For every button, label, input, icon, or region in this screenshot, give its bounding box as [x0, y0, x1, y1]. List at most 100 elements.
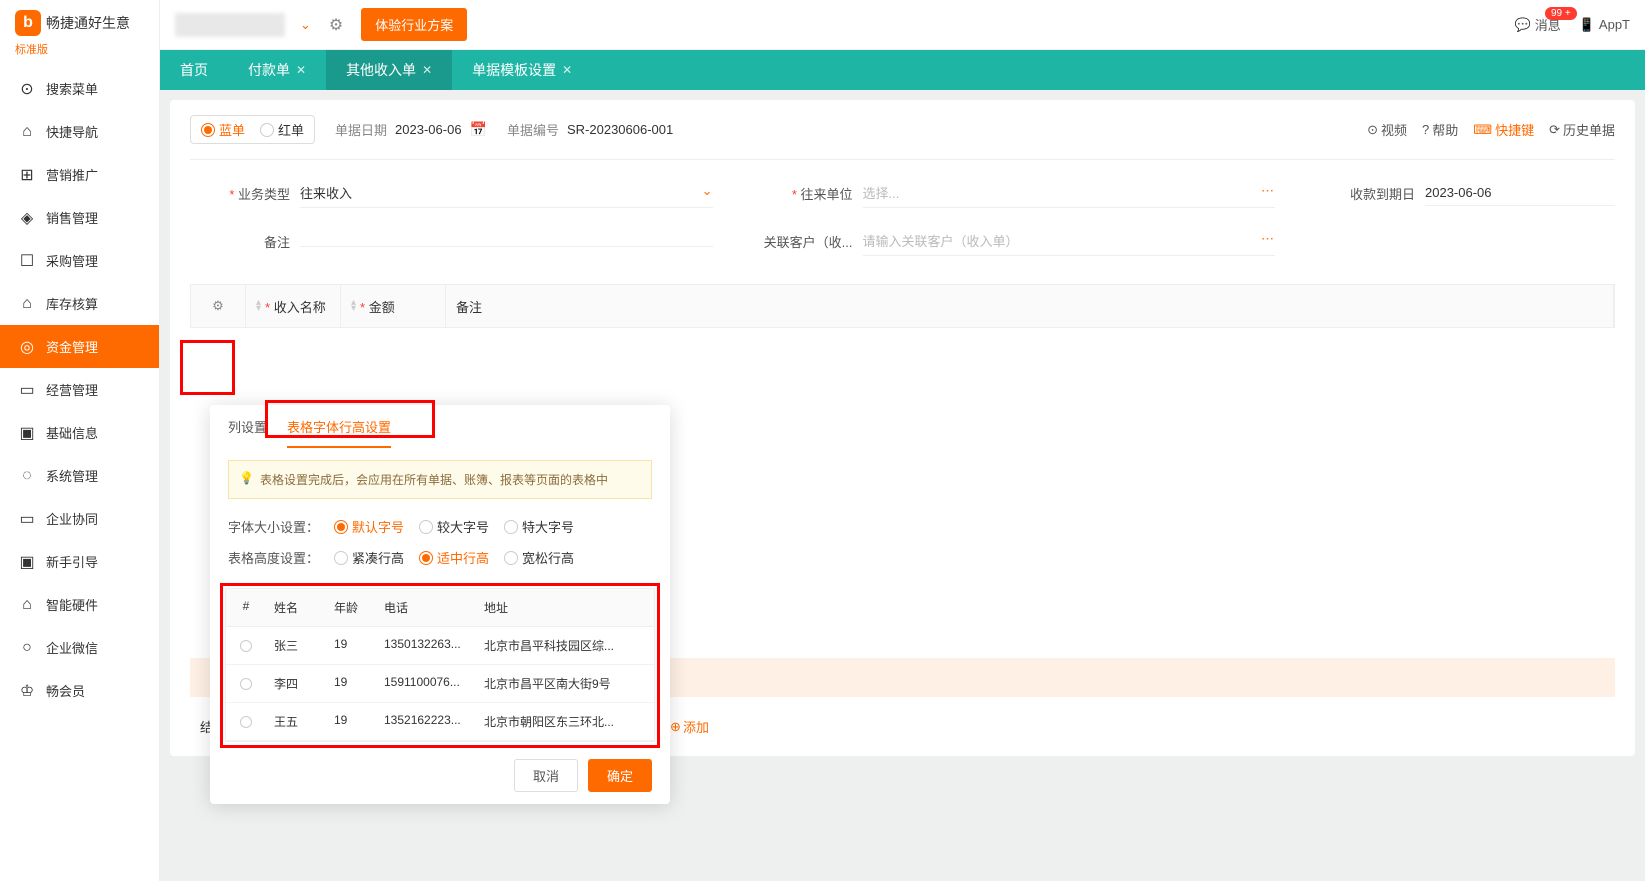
menu-icon: ♔ — [18, 682, 36, 700]
font-size-setting: 字体大小设置： 默认字号 较大字号 特大字号 — [228, 511, 652, 542]
radio-icon[interactable] — [240, 716, 252, 728]
font-xlarge[interactable]: 特大字号 — [504, 517, 574, 536]
sidebar-item-12[interactable]: ⌂智能硬件 — [0, 583, 159, 626]
sidebar-item-2[interactable]: ⊞营销推广 — [0, 153, 159, 196]
bulb-icon: 💡 — [239, 471, 254, 488]
video-link[interactable]: ⊙视频 — [1367, 120, 1407, 139]
menu-icon: ◈ — [18, 209, 36, 227]
popup-tab-font-row[interactable]: 表格字体行高设置 — [287, 417, 391, 448]
tab-1[interactable]: 付款单✕ — [228, 50, 326, 90]
doc-type-radio[interactable]: 蓝单 红单 — [190, 115, 315, 144]
close-icon[interactable]: ✕ — [562, 63, 572, 77]
sidebar-item-6[interactable]: ◎资金管理 — [0, 325, 159, 368]
close-icon[interactable]: ✕ — [296, 63, 306, 77]
doc-date-field[interactable]: 单据日期 2023-06-06 📅 — [335, 120, 487, 139]
sidebar-item-9[interactable]: ◌系统管理 — [0, 454, 159, 497]
col-income-name[interactable]: ▴▾收入名称 — [246, 285, 341, 327]
sidebar-item-13[interactable]: ○企业微信 — [0, 626, 159, 669]
close-icon[interactable]: ✕ — [422, 63, 432, 77]
sidebar: b 畅捷通好生意 标准版 ⊙搜索菜单⌂快捷导航⊞营销推广◈销售管理☐采购管理⌂库… — [0, 0, 160, 881]
sidebar-item-3[interactable]: ◈销售管理 — [0, 196, 159, 239]
org-name-blurred — [175, 13, 285, 37]
side-menu: ⊙搜索菜单⌂快捷导航⊞营销推广◈销售管理☐采购管理⌂库存核算◎资金管理▭经营管理… — [0, 67, 159, 712]
tab-0[interactable]: 首页 — [160, 50, 228, 90]
duedate-input[interactable]: 2023-06-06 — [1425, 180, 1615, 206]
partner-input[interactable]: 选择...⋯ — [863, 178, 1276, 208]
sidebar-item-0[interactable]: ⊙搜索菜单 — [0, 67, 159, 110]
calendar-icon[interactable]: 📅 — [470, 121, 487, 138]
popup-info: 💡表格设置完成后，会应用在所有单据、账簿、报表等页面的表格中 — [228, 460, 652, 499]
chevron-down-icon[interactable]: ⌄ — [300, 17, 311, 33]
sidebar-item-7[interactable]: ▭经营管理 — [0, 368, 159, 411]
gear-icon[interactable]: ⚙ — [321, 15, 351, 35]
play-icon: ⊙ — [1367, 122, 1378, 138]
popup-tab-columns[interactable]: 列设置 — [228, 417, 267, 448]
menu-icon: ▣ — [18, 424, 36, 442]
table-header: ⚙ ▴▾收入名称 ▴▾金额 备注 — [190, 284, 1615, 328]
radio-red[interactable]: 红单 — [260, 120, 304, 139]
col-amount[interactable]: ▴▾金额 — [341, 285, 446, 327]
history-link[interactable]: ⟳历史单据 — [1549, 120, 1615, 139]
row-medium[interactable]: 适中行高 — [419, 548, 489, 567]
font-default[interactable]: 默认字号 — [334, 517, 404, 536]
preview-col-name: 姓名 — [266, 589, 326, 626]
relcust-input[interactable]: 请输入关联客户（收入单）⋯ — [863, 226, 1276, 256]
more-icon[interactable]: ⋯ — [1261, 231, 1275, 247]
menu-icon: ☐ — [18, 252, 36, 270]
preview-col-age: 年龄 — [326, 589, 376, 626]
sidebar-item-14[interactable]: ♔畅会员 — [0, 669, 159, 712]
menu-icon: ⌂ — [18, 295, 36, 313]
tab-2[interactable]: 其他收入单✕ — [326, 50, 452, 90]
radio-icon[interactable] — [240, 678, 252, 690]
sidebar-item-1[interactable]: ⌂快捷导航 — [0, 110, 159, 153]
sidebar-item-5[interactable]: ⌂库存核算 — [0, 282, 159, 325]
sidebar-item-4[interactable]: ☐采购管理 — [0, 239, 159, 282]
menu-icon: ▭ — [18, 510, 36, 528]
add-settlement-button[interactable]: ⊕ 添加 — [670, 717, 709, 736]
preview-table: # 姓名 年龄 电话 地址 张三 19 1350132263... 北京市昌平科… — [225, 588, 655, 742]
logo-icon: b — [15, 10, 41, 36]
logo-text: 畅捷通好生意 — [46, 13, 130, 33]
sidebar-item-8[interactable]: ▣基础信息 — [0, 411, 159, 454]
row-compact[interactable]: 紧凑行高 — [334, 548, 404, 567]
preview-row: 李四 19 1591100076... 北京市昌平区南大街9号 — [226, 665, 654, 703]
biztype-input[interactable]: 往来收入⌄ — [300, 178, 713, 208]
ok-button[interactable]: 确定 — [588, 759, 652, 792]
more-icon[interactable]: ⋯ — [1261, 183, 1275, 199]
preview-col-phone: 电话 — [376, 589, 476, 626]
menu-icon: ⊙ — [18, 80, 36, 98]
message-link[interactable]: 💬 消息 99 + — [1515, 15, 1561, 34]
row-loose[interactable]: 宽松行高 — [504, 548, 574, 567]
row-height-setting: 表格高度设置： 紧凑行高 适中行高 宽松行高 — [228, 542, 652, 573]
menu-icon: ⌂ — [18, 123, 36, 141]
cancel-button[interactable]: 取消 — [514, 759, 578, 792]
message-badge: 99 + — [1545, 7, 1577, 20]
shortcut-link[interactable]: ⌨快捷键 — [1473, 120, 1534, 139]
radio-blue[interactable]: 蓝单 — [201, 120, 245, 139]
help-link[interactable]: ?帮助 — [1422, 120, 1458, 139]
doc-number-field: 单据编号 SR-20230606-001 — [507, 120, 673, 139]
app-link[interactable]: 📱 AppT — [1579, 17, 1630, 33]
font-large[interactable]: 较大字号 — [419, 517, 489, 536]
preview-col-select: # — [226, 589, 266, 626]
remark-input[interactable] — [300, 236, 713, 247]
chevron-down-icon: ⌄ — [702, 183, 713, 199]
keyboard-icon: ⌨ — [1473, 122, 1492, 138]
plus-icon: ⊕ — [670, 719, 681, 735]
tabs-bar: 首页付款单✕其他收入单✕单据模板设置✕ — [160, 50, 1645, 90]
relcust-label: 关联客户（收... — [753, 232, 853, 251]
menu-icon: ○ — [18, 639, 36, 657]
help-icon: ? — [1422, 122, 1429, 137]
menu-icon: ◌ — [18, 467, 36, 485]
menu-icon: ⌂ — [18, 596, 36, 614]
preview-row: 张三 19 1350132263... 北京市昌平科技园区综... — [226, 627, 654, 665]
biztype-label: 业务类型 — [190, 184, 290, 203]
tab-3[interactable]: 单据模板设置✕ — [452, 50, 592, 90]
experience-plan-button[interactable]: 体验行业方案 — [361, 8, 467, 41]
menu-icon: ◎ — [18, 338, 36, 356]
table-settings-gear[interactable]: ⚙ — [191, 285, 246, 327]
radio-icon[interactable] — [240, 640, 252, 652]
col-remark[interactable]: 备注 — [446, 285, 1614, 327]
sidebar-item-11[interactable]: ▣新手引导 — [0, 540, 159, 583]
sidebar-item-10[interactable]: ▭企业协同 — [0, 497, 159, 540]
